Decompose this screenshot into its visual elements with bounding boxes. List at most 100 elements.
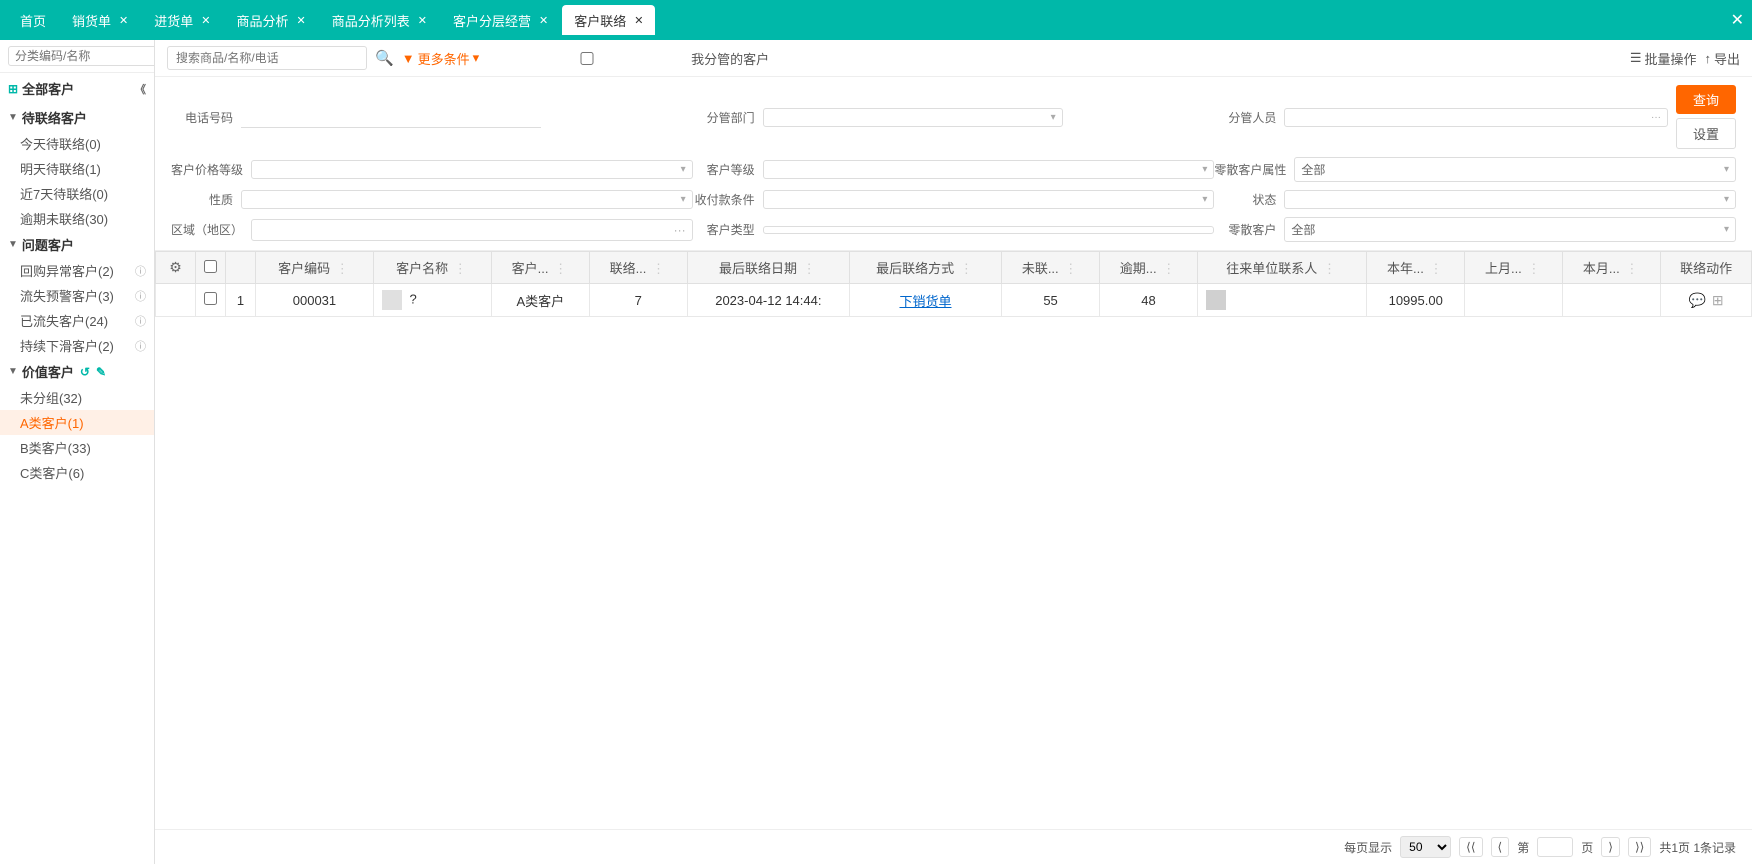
resize-handle-3[interactable]: ⋮ xyxy=(554,261,567,276)
info-icon-1[interactable]: ⓘ xyxy=(135,263,146,279)
window-close-icon[interactable]: ✕ xyxy=(1731,10,1744,30)
last-method-link[interactable]: 下销货单 xyxy=(899,294,951,309)
resize-handle-10[interactable]: ⋮ xyxy=(1429,261,1442,276)
sidebar-item-churned[interactable]: 已流失客户(24) ⓘ xyxy=(0,308,154,333)
sidebar-collapse-icon[interactable]: 《 xyxy=(135,81,146,97)
value-expand-icon[interactable]: ▼ xyxy=(8,366,18,377)
sidebar-item-7days-contact[interactable]: 近7天待联络(0) xyxy=(0,181,154,206)
dept-select[interactable]: ▾ xyxy=(763,108,1063,127)
sidebar-item-abnormal-repurchase[interactable]: 回购异常客户(2) ⓘ xyxy=(0,258,154,283)
resize-handle-7[interactable]: ⋮ xyxy=(1064,261,1077,276)
col-overdue[interactable]: 逾期... ⋮ xyxy=(1100,252,1198,284)
close-customer-tier-icon[interactable]: ✕ xyxy=(539,14,548,27)
prev-page-button[interactable]: ⟨ xyxy=(1491,837,1510,857)
col-customer-code[interactable]: 客户编码 ⋮ xyxy=(256,252,374,284)
message-icon[interactable]: 💬 xyxy=(1688,292,1705,309)
resize-handle-6[interactable]: ⋮ xyxy=(960,261,973,276)
export-button[interactable]: ↑ 导出 xyxy=(1704,49,1740,68)
select-all-checkbox[interactable] xyxy=(204,260,217,273)
resize-handle-2[interactable]: ⋮ xyxy=(454,261,467,276)
sidebar-item-ungroup[interactable]: 未分组(32) xyxy=(0,385,154,410)
customer-level-select[interactable]: ▾ xyxy=(763,160,1215,179)
close-sales-order-icon[interactable]: ✕ xyxy=(119,14,128,27)
tab-customer-contact[interactable]: 客户联络 ✕ xyxy=(562,5,655,35)
more-conditions-button[interactable]: ▼ 更多条件 ▾ xyxy=(402,49,479,68)
col-action: 联络动作 xyxy=(1661,252,1752,284)
col-contact-person[interactable]: 往来单位联系人 ⋮ xyxy=(1198,252,1367,284)
col-customer-name[interactable]: 客户名称 ⋮ xyxy=(373,252,491,284)
retail-attr-select[interactable]: 全部 ▾ xyxy=(1294,157,1736,182)
sidebar-item-churn-warning[interactable]: 流失预警客户(3) ⓘ xyxy=(0,283,154,308)
retail-customer-select[interactable]: 全部 ▾ xyxy=(1284,217,1736,242)
info-icon-2[interactable]: ⓘ xyxy=(135,288,146,304)
col-last-month[interactable]: 上月... ⋮ xyxy=(1465,252,1563,284)
close-product-analysis-icon[interactable]: ✕ xyxy=(297,14,306,27)
table-settings-icon[interactable]: ⚙ xyxy=(169,259,182,275)
manager-select[interactable]: ··· xyxy=(1284,108,1668,127)
resize-handle-9[interactable]: ⋮ xyxy=(1323,261,1336,276)
payment-select[interactable]: ▾ xyxy=(763,190,1215,209)
close-customer-contact-icon[interactable]: ✕ xyxy=(634,14,643,27)
close-purchase-order-icon[interactable]: ✕ xyxy=(201,14,210,27)
resize-handle-4[interactable]: ⋮ xyxy=(652,261,665,276)
col-last-contact-date[interactable]: 最后联络日期 ⋮ xyxy=(687,252,849,284)
sidebar-item-c-class[interactable]: C类客户(6) xyxy=(0,460,154,485)
sidebar-search-input[interactable] xyxy=(8,46,155,66)
first-page-button[interactable]: ⟨⟨ xyxy=(1459,837,1482,857)
query-button[interactable]: 查询 xyxy=(1676,85,1736,114)
my-customers-check[interactable] xyxy=(487,52,687,65)
tab-product-analysis-list[interactable]: 商品分析列表 ✕ xyxy=(320,5,439,35)
close-product-analysis-list-icon[interactable]: ✕ xyxy=(418,14,427,27)
tab-product-analysis[interactable]: 商品分析 ✕ xyxy=(224,5,317,35)
pending-expand-icon[interactable]: ▼ xyxy=(8,112,18,123)
refresh-icon[interactable]: ↺ xyxy=(80,365,90,379)
nature-select[interactable]: ▾ xyxy=(241,190,693,209)
tab-customer-tier[interactable]: 客户分层经营 ✕ xyxy=(441,5,560,35)
info-icon-3[interactable]: ⓘ xyxy=(135,313,146,329)
my-customers-checkbox[interactable]: 我分管的客户 xyxy=(487,49,769,68)
page-size-select[interactable]: 50 100 200 xyxy=(1400,836,1451,858)
col-settings[interactable]: ⚙ xyxy=(156,252,196,284)
region-select[interactable]: ··· xyxy=(251,219,693,241)
resize-handle-12[interactable]: ⋮ xyxy=(1625,261,1638,276)
sidebar-item-a-class[interactable]: A类客户(1) xyxy=(0,410,154,435)
col-current-month[interactable]: 本月... ⋮ xyxy=(1563,252,1661,284)
qr-icon[interactable]: ⊞ xyxy=(1712,292,1724,309)
edit-icon[interactable]: ✎ xyxy=(96,365,106,379)
tab-sales-order[interactable]: 销货单 ✕ xyxy=(60,5,140,35)
info-icon-4[interactable]: ⓘ xyxy=(135,338,146,354)
phone-input[interactable] xyxy=(241,107,541,128)
sidebar-item-overdue-contact[interactable]: 逾期未联络(30) xyxy=(0,206,154,231)
problem-expand-icon[interactable]: ▼ xyxy=(8,239,18,250)
next-page-button[interactable]: ⟩ xyxy=(1601,837,1620,857)
page-number-input[interactable]: 1 xyxy=(1537,837,1573,857)
batch-operations-button[interactable]: ☰ 批量操作 xyxy=(1630,49,1697,68)
col-contact-count[interactable]: 联络... ⋮ xyxy=(589,252,687,284)
row-current-month xyxy=(1563,284,1661,317)
sidebar-item-b-class[interactable]: B类客户(33) xyxy=(0,435,154,460)
sidebar-item-declining[interactable]: 持续下滑客户(2) ⓘ xyxy=(0,333,154,358)
search-icon[interactable]: 🔍 xyxy=(375,49,394,67)
sidebar-item-today-contact[interactable]: 今天待联络(0) xyxy=(0,131,154,156)
sidebar-item-tomorrow-contact[interactable]: 明天待联络(1) xyxy=(0,156,154,181)
row-checkbox xyxy=(196,284,226,317)
search-input[interactable] xyxy=(167,46,367,70)
tab-purchase-order[interactable]: 进货单 ✕ xyxy=(142,5,222,35)
region-dots-icon[interactable]: ··· xyxy=(674,223,686,237)
price-level-select[interactable]: ▾ xyxy=(251,160,693,179)
col-uncontacted[interactable]: 未联... ⋮ xyxy=(1002,252,1100,284)
all-customers-header[interactable]: ⊞ 全部客户 《 xyxy=(0,73,154,104)
resize-handle-8[interactable]: ⋮ xyxy=(1162,261,1175,276)
home-tab[interactable]: 首页 xyxy=(8,11,58,30)
resize-handle[interactable]: ⋮ xyxy=(336,261,349,276)
resize-handle-11[interactable]: ⋮ xyxy=(1527,261,1540,276)
last-page-button[interactable]: ⟩⟩ xyxy=(1628,837,1651,857)
status-select[interactable]: ▾ xyxy=(1284,190,1736,209)
customer-type-select[interactable] xyxy=(763,226,1215,234)
resize-handle-5[interactable]: ⋮ xyxy=(803,261,816,276)
row-select-checkbox[interactable] xyxy=(204,292,217,305)
col-customer-level[interactable]: 客户... ⋮ xyxy=(491,252,589,284)
settings-button[interactable]: 设置 xyxy=(1676,118,1736,149)
col-last-contact-method[interactable]: 最后联络方式 ⋮ xyxy=(849,252,1001,284)
col-current-year[interactable]: 本年... ⋮ xyxy=(1367,252,1465,284)
